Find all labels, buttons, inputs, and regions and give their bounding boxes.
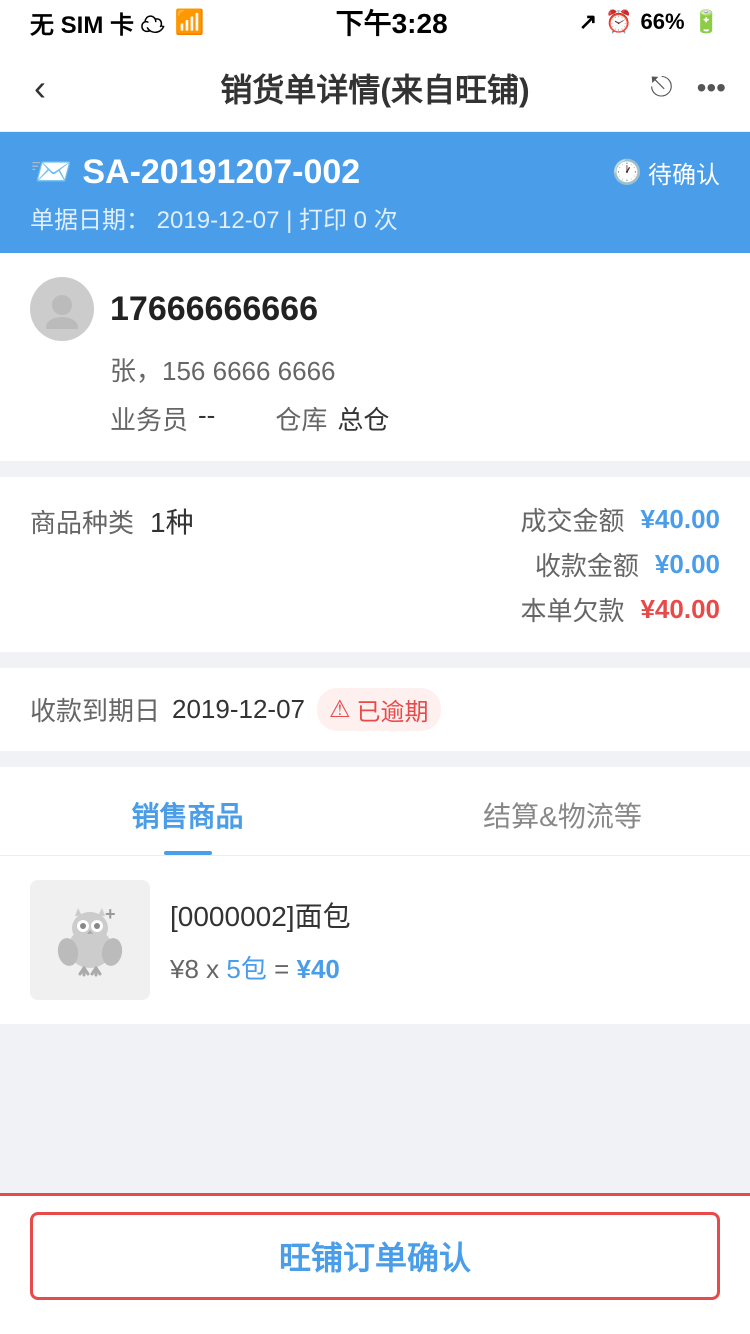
customer-top-row: 17666666666 <box>30 277 720 341</box>
received-amount-row: 收款金额 ¥0.00 <box>535 546 720 583</box>
status-right: ↗ ⏰ 66% 🔋 <box>579 9 720 35</box>
status-text: 待确认 <box>648 155 720 190</box>
order-status: 🕐 待确认 <box>612 155 720 190</box>
product-item: + [0000002]面包 ¥8 x 5包 = ¥40 <box>0 856 750 1024</box>
salesperson-value: -- <box>198 400 215 437</box>
order-icon: 📨 <box>30 152 72 192</box>
overdue-text: 已逾期 <box>357 692 429 727</box>
deal-amount-label: 成交金额 <box>520 501 624 538</box>
battery-icon: 🔋 <box>693 9 720 35</box>
print-info: | 打印 0 次 <box>286 207 398 234</box>
price-text: ¥8 x <box>170 954 226 984</box>
alarm-icon: ⏰ <box>605 9 632 35</box>
back-button[interactable]: ‹ <box>24 57 56 119</box>
header-top-row: 📨 SA-20191207-002 🕐 待确认 <box>30 152 720 192</box>
order-id: 📨 SA-20191207-002 <box>30 152 360 192</box>
svg-text:+: + <box>105 904 116 924</box>
overdue-icon: ⚠ <box>329 695 351 724</box>
nav-actions: ⎋ ••• <box>650 71 726 104</box>
page-title: 销货单详情(来自旺铺) <box>220 65 529 111</box>
tab-settlement-label: 结算&物流等 <box>483 801 642 832</box>
wifi-icon: 📶 <box>175 8 205 37</box>
warehouse-value: 总仓 <box>337 400 389 437</box>
status-left: 无 SIM 卡 ☁ 📶 <box>30 5 205 40</box>
nav-bar: ‹ 销货单详情(来自旺铺) ⎋ ••• <box>0 44 750 132</box>
tab-settlement[interactable]: 结算&物流等 <box>375 767 750 855</box>
product-type-label: 商品种类 <box>30 503 134 540</box>
due-date-card: 收款到期日 2019-12-07 ⚠ 已逾期 <box>0 668 750 751</box>
product-type-count: 1种 <box>150 501 194 541</box>
product-list: + [0000002]面包 ¥8 x 5包 = ¥40 <box>0 856 750 1024</box>
location-icon: ↗ <box>579 9 597 35</box>
overdue-badge: ⚠ 已逾期 <box>317 688 441 731</box>
received-amount-label: 收款金额 <box>535 546 639 583</box>
status-time: 下午3:28 <box>336 2 448 42</box>
order-header-card: 📨 SA-20191207-002 🕐 待确认 单据日期： 2019-12-07… <box>0 132 750 253</box>
tab-products[interactable]: 销售商品 <box>0 767 375 855</box>
summary-card: 商品种类 1种 成交金额 ¥40.00 收款金额 ¥0.00 本单欠款 ¥40.… <box>0 477 750 652</box>
product-thumbnail: + <box>30 880 150 1000</box>
customer-card: 17666666666 张，156 6666 6666 业务员 -- 仓库 总仓 <box>0 253 750 461</box>
more-icon[interactable]: ••• <box>697 72 726 104</box>
equals-sign: = <box>267 954 297 984</box>
deal-amount-value: ¥40.00 <box>640 504 720 535</box>
confirm-order-button[interactable]: 旺铺订单确认 <box>30 1212 720 1300</box>
avatar <box>30 277 94 341</box>
customer-meta: 业务员 -- 仓库 总仓 <box>110 400 720 437</box>
summary-grid: 商品种类 1种 成交金额 ¥40.00 收款金额 ¥0.00 本单欠款 ¥40.… <box>30 501 720 628</box>
battery-label: 66% <box>641 9 685 35</box>
product-total: ¥40 <box>296 954 339 984</box>
owed-amount-value: ¥40.00 <box>640 594 720 625</box>
order-id-text: SA-20191207-002 <box>82 153 360 192</box>
product-name: [0000002]面包 <box>170 895 720 935</box>
confirm-button-label: 旺铺订单确认 <box>279 1233 471 1279</box>
customer-phone: 17666666666 <box>110 290 318 329</box>
tab-products-label: 销售商品 <box>131 801 243 832</box>
owed-amount-row: 本单欠款 ¥40.00 <box>520 591 720 628</box>
status-bar: 无 SIM 卡 ☁ 📶 下午3:28 ↗ ⏰ 66% 🔋 <box>0 0 750 44</box>
warehouse-label: 仓库 <box>275 400 327 437</box>
product-type-summary: 商品种类 1种 <box>30 501 194 541</box>
tabs-bar: 销售商品 结算&物流等 <box>0 767 750 856</box>
customer-name: 张，156 6666 6666 <box>110 351 720 388</box>
product-qty: 5包 <box>226 954 266 984</box>
owed-amount-label: 本单欠款 <box>520 591 624 628</box>
salesperson-meta: 业务员 -- <box>110 400 215 437</box>
amounts-summary: 成交金额 ¥40.00 收款金额 ¥0.00 本单欠款 ¥40.00 <box>520 501 720 628</box>
deal-amount-row: 成交金额 ¥40.00 <box>520 501 720 538</box>
bottom-space <box>0 1024 750 1204</box>
due-date-label: 收款到期日 <box>30 691 160 728</box>
back-icon: ‹ <box>34 67 46 108</box>
sim-label: 无 SIM 卡 ☁ <box>30 5 165 40</box>
order-date: 2019-12-07 <box>157 207 280 234</box>
confirm-button-wrap: 旺铺订单确认 <box>0 1193 750 1334</box>
salesperson-label: 业务员 <box>110 400 188 437</box>
product-price: ¥8 x 5包 = ¥40 <box>170 949 720 986</box>
warehouse-meta: 仓库 总仓 <box>275 400 389 437</box>
status-clock-icon: 🕐 <box>612 158 642 187</box>
due-date-value: 2019-12-07 <box>172 694 305 725</box>
product-info: [0000002]面包 ¥8 x 5包 = ¥40 <box>170 895 720 986</box>
date-label: 单据日期： <box>30 207 150 234</box>
received-amount-value: ¥0.00 <box>655 549 720 580</box>
share-icon[interactable]: ⎋ <box>650 71 672 104</box>
order-date-row: 单据日期： 2019-12-07 | 打印 0 次 <box>30 200 720 235</box>
